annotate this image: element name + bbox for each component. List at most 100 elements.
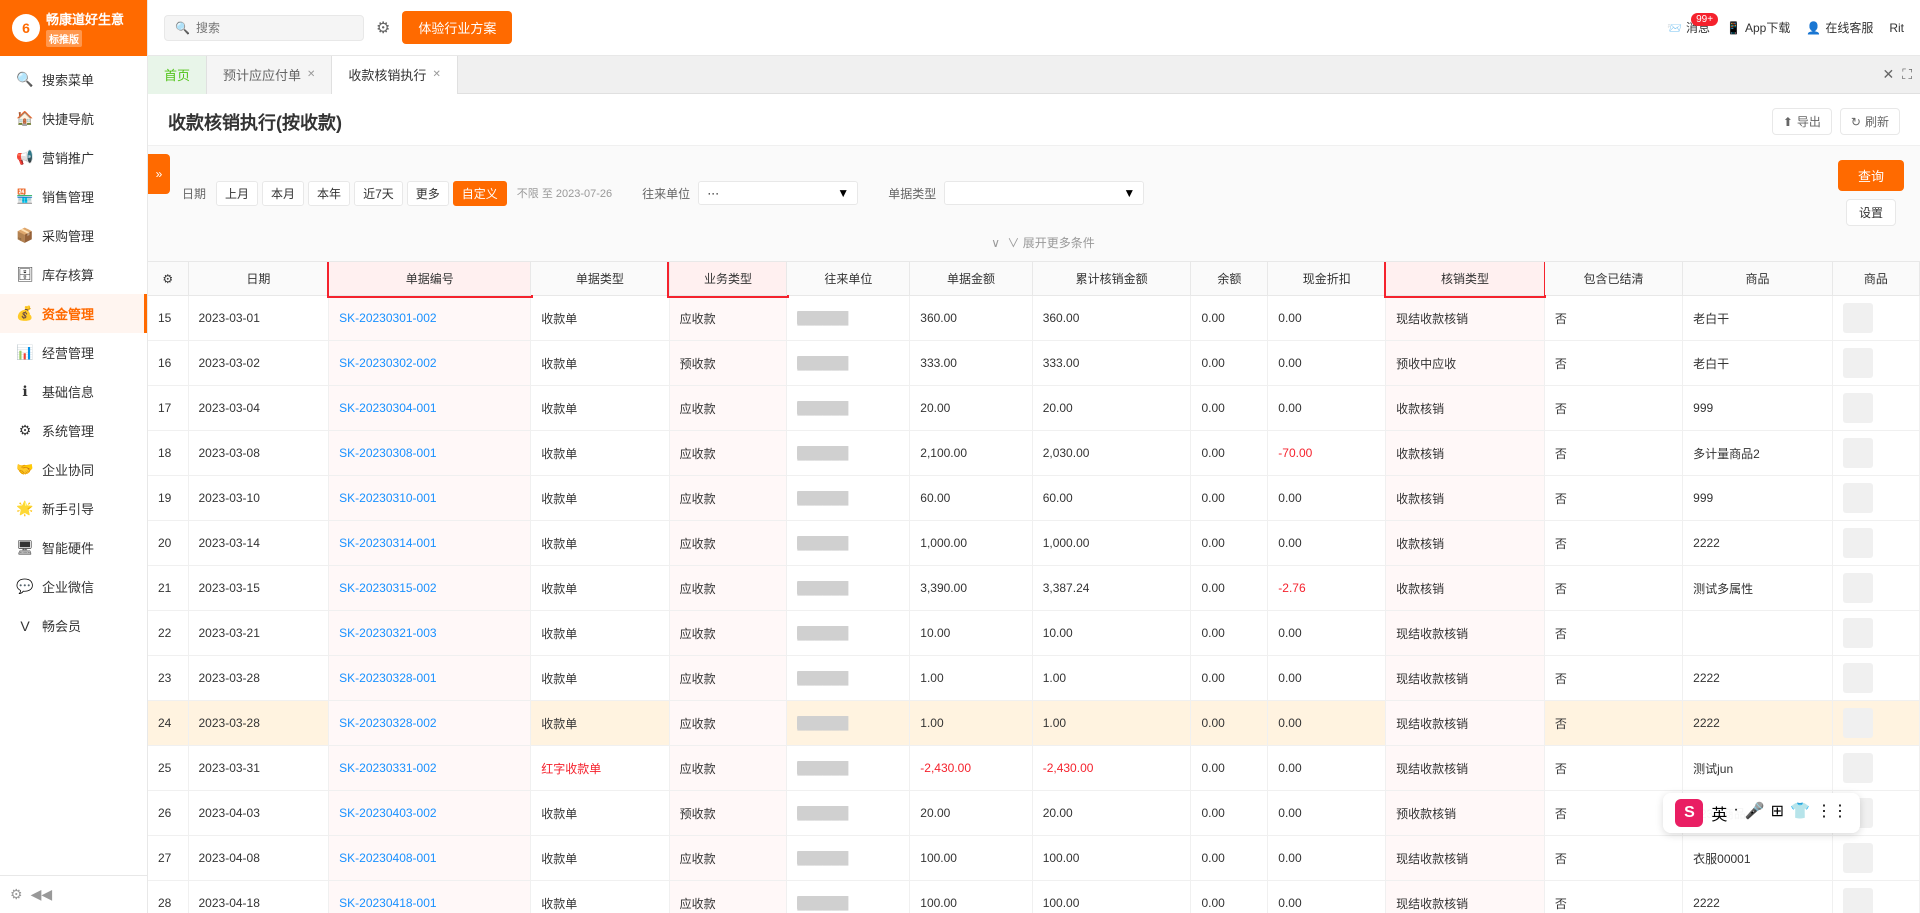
th-product1[interactable]: 商品 [1683, 262, 1833, 296]
bill-no-link[interactable]: SK-20230321-003 [339, 626, 436, 640]
cell-include-cleared: 否 [1544, 701, 1682, 746]
th-verify-type[interactable]: 核销类型 [1386, 262, 1545, 296]
cell-bill-no[interactable]: SK-20230304-001 [329, 386, 531, 431]
cell-bill-no[interactable]: SK-20230310-001 [329, 476, 531, 521]
bill-no-link[interactable]: SK-20230301-002 [339, 311, 436, 325]
weixin-icon: 💬 [16, 578, 34, 595]
sidebar-item-system[interactable]: ⚙ 系统管理 [0, 411, 147, 450]
fullscreen-icon[interactable]: ⛶ [1902, 66, 1912, 83]
user-name[interactable]: Rit [1889, 21, 1904, 35]
sidebar-item-shortcut[interactable]: 🏠 快捷导航 [0, 99, 147, 138]
cell-bill-no[interactable]: SK-20230308-001 [329, 431, 531, 476]
last-7days-btn[interactable]: 近7天 [354, 181, 403, 206]
cell-bill-no[interactable]: SK-20230403-002 [329, 791, 531, 836]
sidebar-item-weixin[interactable]: 💬 企业微信 [0, 567, 147, 606]
cell-bill-no[interactable]: SK-20230321-003 [329, 611, 531, 656]
bill-no-link[interactable]: SK-20230315-002 [339, 581, 436, 595]
sidebar-item-basic[interactable]: ℹ 基础信息 [0, 372, 147, 411]
sidebar-item-enterprise[interactable]: 🤝 企业协同 [0, 450, 147, 489]
sidebar-item-inventory[interactable]: 🗄 库存核算 [0, 255, 147, 294]
bill-no-link[interactable]: SK-20230314-001 [339, 536, 436, 550]
cell-include-cleared: 否 [1544, 296, 1682, 341]
close-all-icon[interactable]: ✕ [1882, 66, 1894, 83]
bill-no-link[interactable]: SK-20230328-001 [339, 671, 436, 685]
th-product2[interactable]: 商品 [1832, 262, 1919, 296]
cell-partner: ██████ [787, 836, 910, 881]
cell-bill-no[interactable]: SK-20230301-002 [329, 296, 531, 341]
expand-conditions[interactable]: ∨ ∨ 展开更多条件 [182, 230, 1904, 255]
settings-button[interactable]: 设置 [1846, 199, 1896, 226]
cell-bill-no[interactable]: SK-20230328-002 [329, 701, 531, 746]
app-download-button[interactable]: 📱 App下载 [1726, 19, 1790, 36]
search-input[interactable] [196, 21, 316, 35]
cell-verify-type: 现结收款核销 [1386, 296, 1545, 341]
cell-biz-type: 应收款 [669, 611, 787, 656]
bill-no-link[interactable]: SK-20230308-001 [339, 446, 436, 460]
cell-bill-no[interactable]: SK-20230418-001 [329, 881, 531, 913]
cell-bill-no[interactable]: SK-20230314-001 [329, 521, 531, 566]
th-settings[interactable]: ⚙ [148, 262, 188, 296]
bill-no-link[interactable]: SK-20230418-001 [339, 896, 436, 910]
service-button[interactable]: 👤 在线客服 [1806, 19, 1873, 36]
this-year-btn[interactable]: 本年 [308, 181, 350, 206]
sidebar-item-operation[interactable]: 📊 经营管理 [0, 333, 147, 372]
th-include-cleared[interactable]: 包含已结清 [1544, 262, 1682, 296]
cell-bill-no[interactable]: SK-20230315-002 [329, 566, 531, 611]
tab-pending[interactable]: 预计应应付单 ✕ [207, 56, 332, 94]
bill-no-link[interactable]: SK-20230302-002 [339, 356, 436, 370]
bill-no-link[interactable]: SK-20230304-001 [339, 401, 436, 415]
bill-no-link[interactable]: SK-20230408-001 [339, 851, 436, 865]
sidebar-item-purchase[interactable]: 📦 采购管理 [0, 216, 147, 255]
cell-date: 2023-03-01 [188, 296, 329, 341]
th-cash-discount[interactable]: 现金折扣 [1268, 262, 1386, 296]
th-partner[interactable]: 往来单位 [787, 262, 910, 296]
tab-receipt[interactable]: 收款核销执行 ✕ [332, 56, 457, 94]
query-button[interactable]: 查询 [1838, 160, 1904, 191]
cell-bill-no[interactable]: SK-20230408-001 [329, 836, 531, 881]
filter-toggle-button[interactable]: » [148, 154, 170, 194]
product-image [1843, 753, 1873, 783]
th-date[interactable]: 日期 [188, 262, 329, 296]
partner-select[interactable]: ··· ▼ [698, 181, 858, 205]
th-amount[interactable]: 单据金额 [910, 262, 1032, 296]
topbar-search-box[interactable]: 🔍 [164, 15, 364, 41]
th-bill-no[interactable]: 单据编号 [329, 262, 531, 296]
cell-product-img [1832, 566, 1919, 611]
solution-button[interactable]: 体验行业方案 [402, 11, 512, 44]
cell-bill-no[interactable]: SK-20230302-002 [329, 341, 531, 386]
bill-no-link[interactable]: SK-20230403-002 [339, 806, 436, 820]
cell-bill-no[interactable]: SK-20230331-002 [329, 746, 531, 791]
sidebar-item-marketing[interactable]: 📢 营销推广 [0, 138, 147, 177]
last-month-btn[interactable]: 上月 [216, 181, 258, 206]
sidebar-item-hardware[interactable]: 🖥 智能硬件 [0, 528, 147, 567]
tab-receipt-close[interactable]: ✕ [432, 69, 440, 80]
custom-btn[interactable]: 自定义 [453, 181, 507, 206]
bill-no-link[interactable]: SK-20230310-001 [339, 491, 436, 505]
bill-type-select[interactable]: ▼ [944, 181, 1144, 205]
sidebar-item-member[interactable]: V 畅会员 [0, 606, 147, 645]
more-btn[interactable]: 更多 [407, 181, 449, 206]
bill-no-link[interactable]: SK-20230331-002 [339, 761, 436, 775]
th-balance[interactable]: 余额 [1191, 262, 1268, 296]
th-total-verified[interactable]: 累计核销金额 [1032, 262, 1191, 296]
cell-total-verified: 2,030.00 [1032, 431, 1191, 476]
th-bill-type[interactable]: 单据类型 [531, 262, 669, 296]
tab-pending-close[interactable]: ✕ [307, 69, 315, 80]
bill-no-link[interactable]: SK-20230328-002 [339, 716, 436, 730]
cell-bill-no[interactable]: SK-20230328-001 [329, 656, 531, 701]
sidebar-item-sales[interactable]: 🏪 销售管理 [0, 177, 147, 216]
sidebar-item-finance[interactable]: 💰 资金管理 [0, 294, 147, 333]
th-biz-type[interactable]: 业务类型 [669, 262, 787, 296]
service-icon: 👤 [1806, 21, 1821, 35]
export-button[interactable]: ⬆ 导出 [1772, 108, 1832, 135]
message-button[interactable]: 📨 消息 99+ [1667, 19, 1710, 36]
sidebar-item-guide[interactable]: 🌟 新手引导 [0, 489, 147, 528]
collapse-icon[interactable]: ◀◀ [31, 886, 53, 903]
operation-icon: 📊 [16, 344, 34, 361]
settings-bottom-icon[interactable]: ⚙ [10, 886, 23, 903]
gear-icon[interactable]: ⚙ [376, 18, 390, 38]
sidebar-item-search[interactable]: 🔍 搜索菜单 [0, 60, 147, 99]
this-month-btn[interactable]: 本月 [262, 181, 304, 206]
refresh-button[interactable]: ↻ 刷新 [1840, 108, 1900, 135]
tab-home[interactable]: 首页 [148, 56, 207, 94]
